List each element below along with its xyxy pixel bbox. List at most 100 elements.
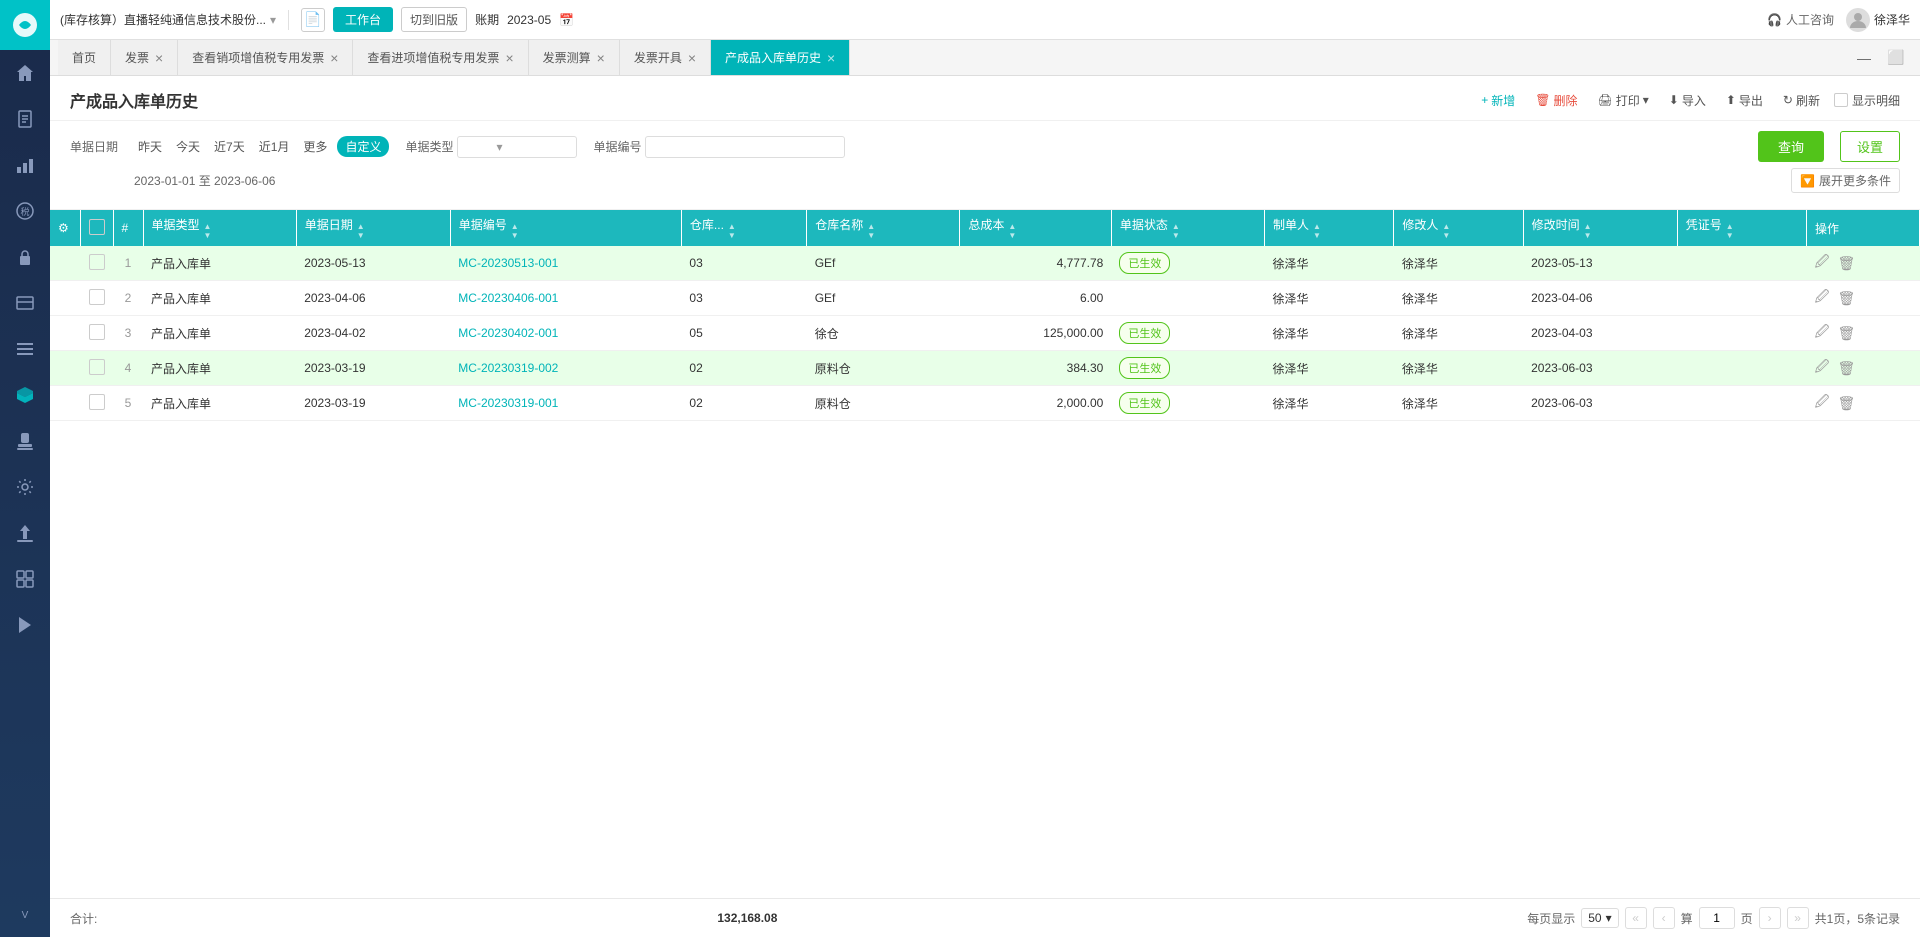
col-number[interactable]: 单据编号▲▼ — [450, 210, 681, 246]
col-select-all[interactable] — [80, 210, 113, 246]
tab-home[interactable]: 首页 — [58, 40, 111, 76]
sidebar-item-home[interactable] — [0, 50, 50, 96]
refresh-button[interactable]: ↻ 刷新 — [1777, 89, 1826, 112]
col-modify-time[interactable]: 修改时间▲▼ — [1523, 210, 1677, 246]
row-number[interactable]: MC-20230319-002 — [450, 351, 681, 386]
tab-close-invoice-open[interactable]: × — [688, 51, 696, 65]
row-total-cost: 2,000.00 — [960, 386, 1111, 421]
row-checkbox[interactable] — [89, 324, 105, 340]
doc-icon[interactable]: 📄 — [301, 8, 325, 32]
row-checkbox[interactable] — [89, 289, 105, 305]
set-button[interactable]: 设置 — [1840, 131, 1900, 162]
row-edit-button[interactable]: 🖉 — [1815, 321, 1830, 345]
tab-purchase-vat[interactable]: 查看进项增值税专用发票 × — [353, 40, 528, 76]
company-name[interactable]: (库存核算）直播轻纯通信息技术股份... ▾ — [60, 11, 276, 28]
row-checkbox[interactable] — [89, 359, 105, 375]
sidebar-item-invoice[interactable] — [0, 280, 50, 326]
sidebar-item-upload[interactable] — [0, 510, 50, 556]
last-page-button[interactable]: » — [1787, 907, 1809, 929]
col-warehouse-name[interactable]: 仓库名称▲▼ — [807, 210, 960, 246]
sidebar-item-settings[interactable] — [0, 556, 50, 602]
tab-product-in[interactable]: 产成品入库单历史 × — [711, 40, 850, 76]
row-checkbox[interactable] — [89, 394, 105, 410]
export-button[interactable]: ⬆ 导出 — [1720, 89, 1769, 112]
next-page-button[interactable]: › — [1759, 907, 1781, 929]
row-delete-button[interactable]: 🗑 — [1837, 325, 1855, 342]
sidebar-item-play[interactable] — [0, 602, 50, 648]
col-date[interactable]: 单据日期▲▼ — [296, 210, 450, 246]
row-delete-button[interactable]: 🗑 — [1837, 360, 1855, 377]
shortcut-yesterday[interactable]: 昨天 — [134, 136, 166, 157]
first-page-button[interactable]: « — [1625, 907, 1647, 929]
row-delete-button[interactable]: 🗑 — [1837, 395, 1855, 412]
col-status[interactable]: 单据状态▲▼ — [1111, 210, 1264, 246]
delete-button[interactable]: 🗑 删除 — [1529, 89, 1583, 112]
row-checkbox[interactable] — [89, 254, 105, 270]
sidebar-item-stamp[interactable] — [0, 418, 50, 464]
tab-minimize-button[interactable]: — — [1852, 46, 1876, 70]
sidebar-item-doc[interactable] — [0, 96, 50, 142]
row-edit-button[interactable]: 🖉 — [1815, 251, 1830, 275]
new-button[interactable]: + 新增 — [1475, 89, 1521, 112]
row-edit-button[interactable]: 🖉 — [1815, 391, 1830, 415]
sidebar-item-lock[interactable] — [0, 234, 50, 280]
page-number-input[interactable] — [1699, 907, 1735, 929]
switch-version-button[interactable]: 切到旧版 — [401, 7, 467, 32]
show-detail-toggle[interactable]: 显示明细 — [1834, 92, 1900, 109]
col-settings[interactable]: ⚙ — [50, 210, 80, 246]
select-all-checkbox[interactable] — [89, 219, 105, 235]
col-total-cost[interactable]: 总成本▲▼ — [960, 210, 1111, 246]
print-button[interactable]: 🖨 打印 ▾ — [1591, 89, 1654, 112]
col-creator[interactable]: 制单人▲▼ — [1265, 210, 1394, 246]
shortcut-today[interactable]: 今天 — [172, 136, 204, 157]
per-page-select[interactable]: 50 ▾ — [1581, 908, 1618, 928]
row-delete-button[interactable]: 🗑 — [1837, 255, 1855, 272]
col-modifier[interactable]: 修改人▲▼ — [1394, 210, 1523, 246]
shortcut-7days[interactable]: 近7天 — [210, 136, 249, 157]
shortcut-custom[interactable]: 自定义 — [337, 136, 389, 157]
row-number[interactable]: MC-20230513-001 — [450, 246, 681, 281]
import-button[interactable]: ⬇ 导入 — [1663, 89, 1712, 112]
col-voucher[interactable]: 凭证号▲▼ — [1677, 210, 1806, 246]
tab-close-purchase-vat[interactable]: × — [505, 51, 513, 65]
row-edit-button[interactable]: 🖉 — [1815, 356, 1830, 380]
col-type[interactable]: 单据类型▲▼ — [143, 210, 296, 246]
shortcut-1month[interactable]: 近1月 — [255, 136, 294, 157]
tab-close-invoice-calc[interactable]: × — [597, 51, 605, 65]
number-input[interactable] — [645, 136, 845, 158]
col-warehouse-code[interactable]: 仓库...▲▼ — [681, 210, 806, 246]
expand-conditions-button[interactable]: 🔽 展开更多条件 — [1791, 168, 1900, 193]
sidebar-item-settings2[interactable] — [0, 464, 50, 510]
type-select[interactable]: ▾ — [457, 136, 577, 158]
prev-page-button[interactable]: ‹ — [1653, 907, 1675, 929]
service-button[interactable]: 🎧 人工咨询 — [1767, 11, 1834, 28]
row-number[interactable]: MC-20230319-001 — [450, 386, 681, 421]
show-detail-checkbox[interactable] — [1834, 93, 1848, 107]
tab-sales-vat[interactable]: 查看销项增值税专用发票 × — [178, 40, 353, 76]
sidebar-item-tax[interactable]: 税 — [0, 188, 50, 234]
sidebar-item-chart[interactable] — [0, 142, 50, 188]
sidebar-item-box[interactable] — [0, 372, 50, 418]
row-number[interactable]: MC-20230406-001 — [450, 281, 681, 316]
row-number[interactable]: MC-20230402-001 — [450, 316, 681, 351]
user-menu[interactable]: 徐泽华 — [1846, 8, 1910, 32]
workbench-button[interactable]: 工作台 — [333, 7, 393, 32]
row-modify-time: 2023-05-13 — [1523, 246, 1677, 281]
tab-close-sales-vat[interactable]: × — [330, 51, 338, 65]
row-delete-button[interactable]: 🗑 — [1837, 290, 1855, 307]
row-settings — [50, 316, 80, 351]
data-table: ⚙ # 单据类型▲▼ 单据日期▲▼ 单据编号▲▼ 仓库...▲▼ 仓库名称▲▼ — [50, 210, 1920, 421]
tab-close-invoice[interactable]: × — [155, 51, 163, 65]
tab-close-product-in[interactable]: × — [827, 51, 835, 65]
tab-invoice-open[interactable]: 发票开具 × — [620, 40, 711, 76]
tab-invoice-calc[interactable]: 发票测算 × — [529, 40, 620, 76]
calendar-icon[interactable]: 📅 — [559, 13, 574, 27]
query-button[interactable]: 查询 — [1758, 131, 1824, 162]
sidebar-item-version[interactable]: V — [0, 891, 50, 937]
tab-invoice[interactable]: 发票 × — [111, 40, 178, 76]
tab-maximize-button[interactable]: ⬜ — [1884, 46, 1908, 70]
shortcut-more[interactable]: 更多 — [299, 136, 331, 157]
row-num: 4 — [113, 351, 143, 386]
sidebar-item-list[interactable] — [0, 326, 50, 372]
row-edit-button[interactable]: 🖉 — [1815, 286, 1830, 310]
